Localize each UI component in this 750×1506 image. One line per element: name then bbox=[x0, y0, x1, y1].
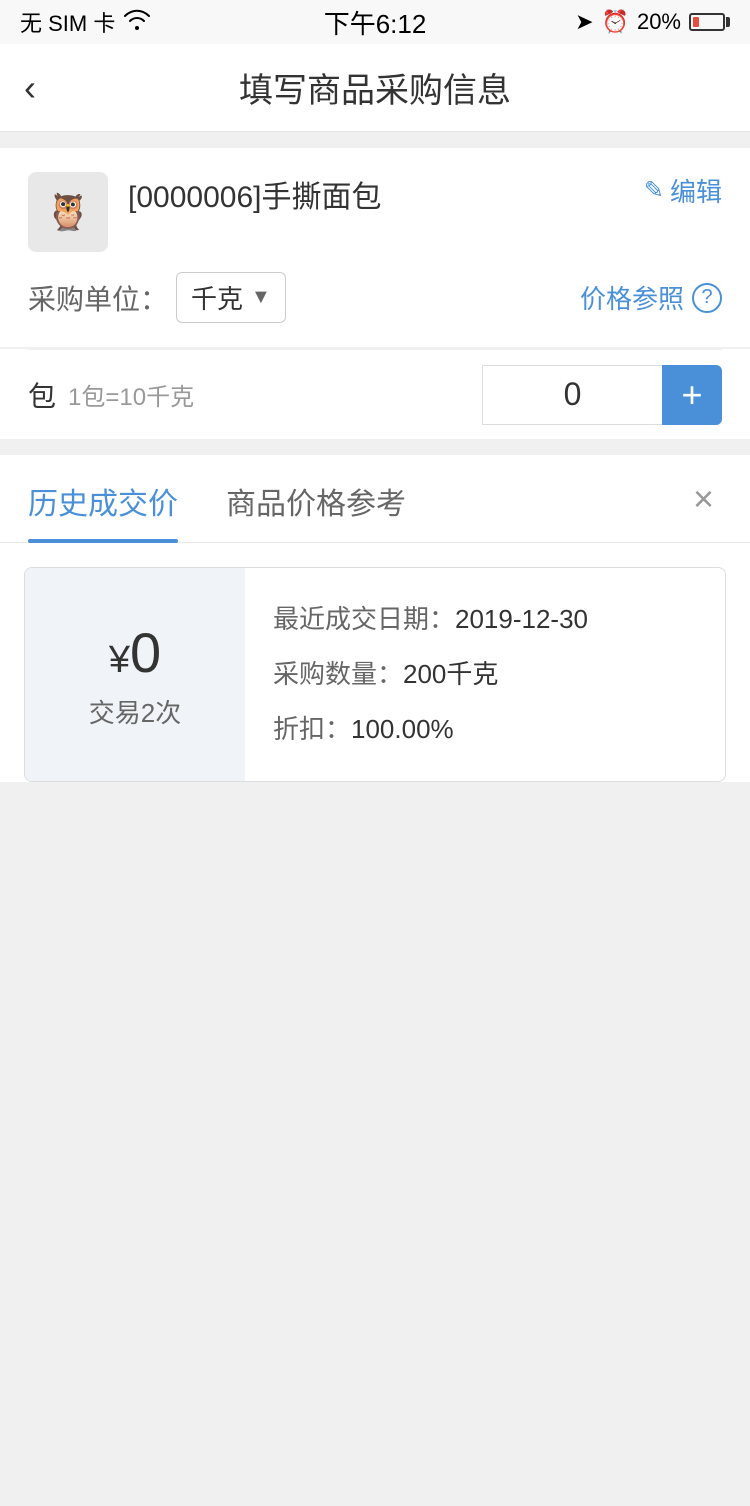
product-name: [0000006]手撕面包 bbox=[128, 177, 381, 214]
unit-value: 千克 bbox=[191, 279, 243, 316]
location-icon: ➤ bbox=[575, 9, 593, 35]
product-header: 🦉 [0000006]手撕面包 ✎ 编辑 bbox=[28, 172, 722, 252]
price-date-row: 最近成交日期：2019-12-30 bbox=[273, 600, 697, 639]
bottom-space bbox=[0, 806, 750, 1506]
price-discount-row: 折扣：100.00% bbox=[273, 710, 697, 749]
price-qty-row: 采购数量：200千克 bbox=[273, 655, 697, 694]
currency-symbol: ¥ bbox=[109, 639, 130, 681]
price-date-value: 2019-12-30 bbox=[455, 604, 588, 634]
product-card: 🦉 [0000006]手撕面包 ✎ 编辑 采购单位： 千克 ▼ 价格参照 ? bbox=[0, 148, 750, 347]
unit-label: 采购单位： bbox=[28, 278, 168, 318]
price-reference-button[interactable]: 价格参照 ? bbox=[580, 279, 722, 316]
nav-bar: ‹ 填写商品采购信息 bbox=[0, 44, 750, 132]
status-right: ➤ ⏰ 20% bbox=[575, 9, 730, 35]
quantity-input[interactable]: 0 bbox=[482, 365, 662, 425]
tabs-list: 历史成交价 商品价格参考 bbox=[28, 455, 406, 543]
wifi-icon bbox=[123, 8, 151, 36]
price-qty-label: 采购数量： bbox=[273, 659, 403, 689]
edit-button[interactable]: ✎ 编辑 bbox=[644, 172, 722, 209]
edit-icon: ✎ bbox=[644, 176, 664, 205]
carrier-text: 无 SIM 卡 bbox=[20, 6, 115, 38]
product-unit-row: 采购单位： 千克 ▼ 价格参照 ? bbox=[28, 272, 722, 323]
quantity-plus-button[interactable]: + bbox=[662, 365, 722, 425]
price-card-left: ¥0 交易2次 bbox=[25, 568, 245, 781]
product-logo-icon: 🦉 bbox=[46, 191, 91, 233]
status-time: 下午6:12 bbox=[324, 4, 427, 41]
price-card: ¥0 交易2次 最近成交日期：2019-12-30 采购数量：200千克 折扣：… bbox=[24, 567, 726, 782]
tabs-panel: 历史成交价 商品价格参考 × ¥0 交易2次 最近成交日期：2019-12-30… bbox=[0, 455, 750, 782]
price-discount-value: 100.00% bbox=[351, 714, 454, 744]
price-discount-label: 折扣： bbox=[273, 714, 351, 744]
page-title: 填写商品采购信息 bbox=[239, 63, 511, 112]
quantity-control: 0 + bbox=[482, 365, 722, 425]
price-amount: 0 bbox=[130, 621, 161, 684]
tabs-header: 历史成交价 商品价格参考 × bbox=[0, 455, 750, 543]
product-info: 🦉 [0000006]手撕面包 bbox=[28, 172, 381, 252]
unit-select-button[interactable]: 千克 ▼ bbox=[176, 272, 286, 323]
tabs-close-button[interactable]: × bbox=[685, 470, 722, 528]
battery-icon bbox=[689, 13, 730, 31]
price-qty-value: 200千克 bbox=[403, 659, 498, 689]
price-value: ¥0 bbox=[109, 620, 161, 685]
unit-dropdown-icon: ▼ bbox=[251, 286, 271, 309]
price-ref-label: 价格参照 bbox=[580, 279, 684, 316]
alarm-icon: ⏰ bbox=[602, 9, 629, 35]
quantity-row: 包 1包=10千克 0 + bbox=[28, 349, 722, 439]
back-button[interactable]: ‹ bbox=[24, 67, 36, 109]
unit-selector-group: 采购单位： 千克 ▼ bbox=[28, 272, 286, 323]
product-thumbnail: 🦉 bbox=[28, 172, 108, 252]
edit-label: 编辑 bbox=[670, 172, 722, 209]
tab-product-price-ref[interactable]: 商品价格参考 bbox=[226, 455, 406, 543]
product-name-container: [0000006]手撕面包 bbox=[128, 172, 381, 216]
status-left: 无 SIM 卡 bbox=[20, 6, 151, 38]
battery-percent: 20% bbox=[637, 9, 681, 35]
price-trades: 交易2次 bbox=[89, 693, 181, 730]
quantity-unit-info: 包 1包=10千克 bbox=[28, 375, 194, 415]
quantity-unit-sub: 1包=10千克 bbox=[68, 377, 194, 412]
price-card-right: 最近成交日期：2019-12-30 采购数量：200千克 折扣：100.00% bbox=[245, 568, 725, 781]
quantity-section: 包 1包=10千克 0 + bbox=[0, 349, 750, 439]
status-bar: 无 SIM 卡 下午6:12 ➤ ⏰ 20% bbox=[0, 0, 750, 44]
price-ref-help-icon: ? bbox=[692, 283, 722, 313]
tab-history-price[interactable]: 历史成交价 bbox=[28, 455, 178, 543]
quantity-unit-badge: 包 bbox=[28, 375, 56, 415]
price-date-label: 最近成交日期： bbox=[273, 604, 455, 634]
